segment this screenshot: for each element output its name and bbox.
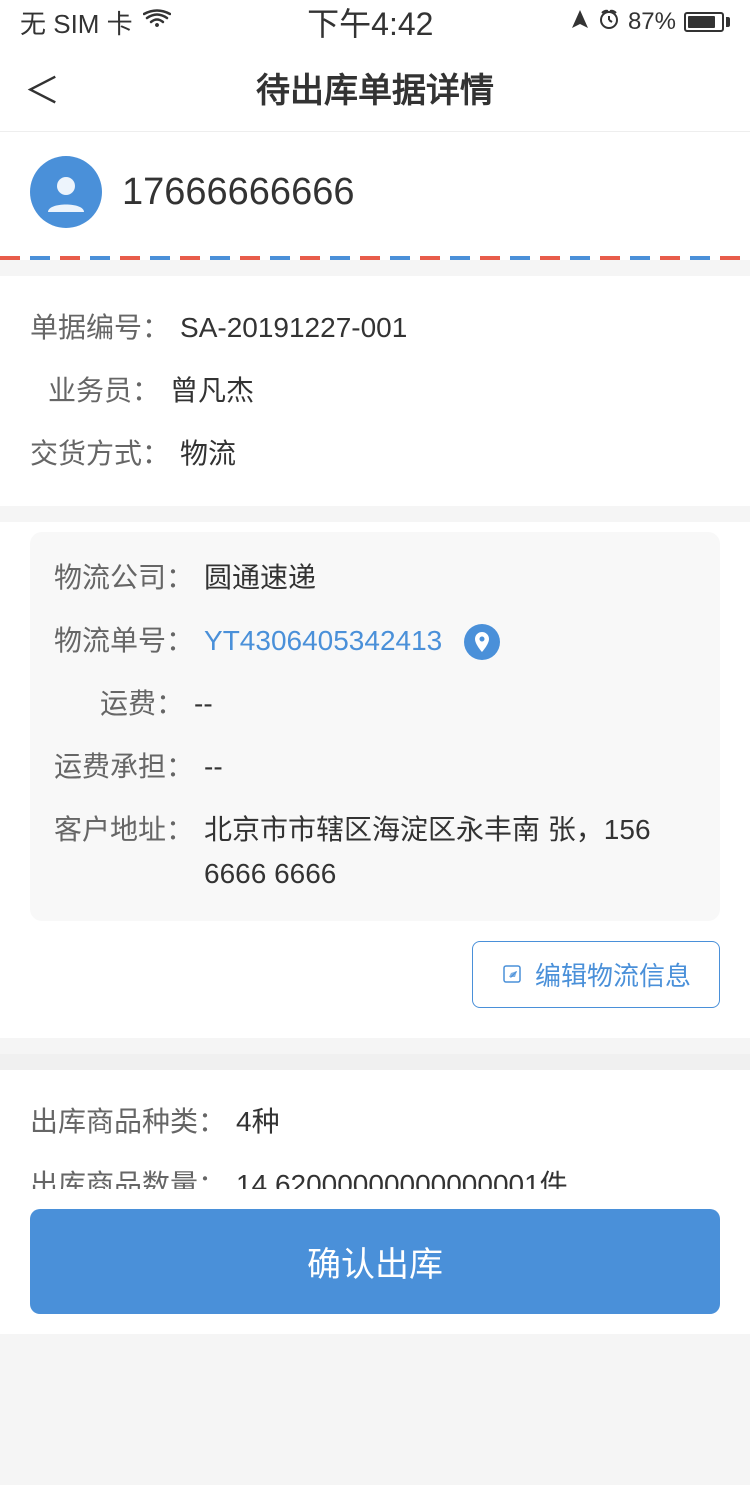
logistics-company-row: 物流公司： 圆通速递 [54, 556, 696, 601]
freight-bearer-label: 运费承担： [54, 745, 204, 790]
bottom-spacer [0, 1325, 750, 1485]
edit-icon [501, 963, 525, 987]
carrier-label: 无 SIM 卡 [20, 4, 133, 41]
sales-person-label: 业务员： [30, 369, 170, 414]
product-types-row: 出库商品种类： 4种 [30, 1100, 720, 1145]
tracking-label: 物流单号： [54, 619, 204, 664]
status-right: 87% [570, 8, 730, 37]
page-title: 待出库单据详情 [256, 63, 494, 112]
logistics-card: 物流公司： 圆通速递 物流单号： YT4306405342413 运费： -- … [30, 532, 720, 921]
tracking-value: YT4306405342413 [204, 619, 696, 664]
bottom-bar: 确认出库 [0, 1189, 750, 1334]
sales-person-value: 曾凡杰 [170, 369, 720, 414]
basic-info-section: 单据编号： SA-20191227-001 业务员： 曾凡杰 交货方式： 物流 [0, 276, 750, 506]
gps-icon [570, 8, 590, 37]
dashed-separator [0, 252, 750, 260]
freight-value: -- [194, 682, 696, 727]
freight-bearer-row: 运费承担： -- [54, 745, 696, 790]
nav-bar: ＜ 待出库单据详情 [0, 44, 750, 132]
freight-label: 运费： [54, 682, 194, 727]
delivery-method-value: 物流 [180, 432, 720, 477]
avatar [30, 156, 102, 228]
battery-percent: 87% [628, 8, 676, 36]
product-types-value: 4种 [236, 1100, 720, 1145]
edit-button-row: 编辑物流信息 [30, 941, 720, 1008]
logistics-section: 物流公司： 圆通速递 物流单号： YT4306405342413 运费： -- … [0, 522, 750, 1038]
logistics-company-value: 圆通速递 [204, 556, 696, 601]
address-value: 北京市市辖区海淀区永丰南 张，156 6666 6666 [204, 808, 696, 898]
status-time: 下午4:42 [307, 0, 433, 45]
delivery-method-row: 交货方式： 物流 [30, 432, 720, 477]
freight-row: 运费： -- [54, 682, 696, 727]
confirm-outbound-button[interactable]: 确认出库 [30, 1209, 720, 1314]
user-phone: 17666666666 [122, 171, 354, 214]
sales-person-row: 业务员： 曾凡杰 [30, 369, 720, 414]
status-left: 无 SIM 卡 [20, 4, 171, 41]
edit-logistics-button[interactable]: 编辑物流信息 [472, 941, 720, 1008]
address-row: 客户地址： 北京市市辖区海淀区永丰南 张，156 6666 6666 [54, 808, 696, 898]
address-label: 客户地址： [54, 808, 204, 853]
location-pin-icon[interactable] [464, 624, 500, 660]
alarm-icon [598, 8, 620, 37]
document-no-value: SA-20191227-001 [180, 306, 720, 351]
edit-logistics-label: 编辑物流信息 [535, 956, 691, 993]
back-button[interactable]: ＜ [24, 62, 60, 114]
status-bar: 无 SIM 卡 下午4:42 87% [0, 0, 750, 44]
delivery-method-label: 交货方式： [30, 432, 180, 477]
freight-bearer-value: -- [204, 745, 696, 790]
product-types-label: 出库商品种类： [30, 1100, 236, 1145]
section-divider [0, 1054, 750, 1070]
document-no-row: 单据编号： SA-20191227-001 [30, 306, 720, 351]
wifi-icon [143, 7, 171, 38]
logistics-company-label: 物流公司： [54, 556, 204, 601]
battery-icon [684, 12, 730, 32]
document-no-label: 单据编号： [30, 306, 180, 351]
tracking-row: 物流单号： YT4306405342413 [54, 619, 696, 664]
user-section: 17666666666 [0, 132, 750, 252]
